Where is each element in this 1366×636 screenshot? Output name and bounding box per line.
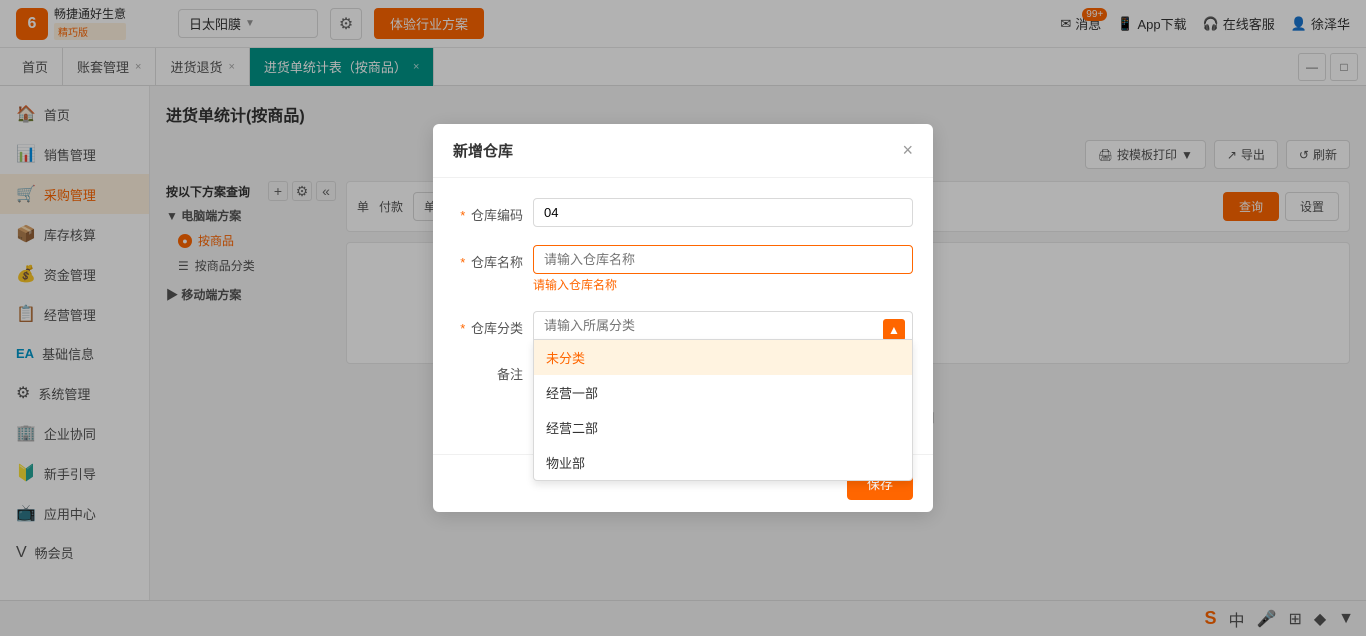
modal-close-button[interactable]: × [902,140,913,161]
modal-body: * 仓库编码 * 仓库名称 请输入仓库名称 * [433,178,933,454]
warehouse-code-row: * 仓库编码 [453,198,913,227]
category-input[interactable] [533,311,913,339]
warehouse-category-row: * 仓库分类 ▲ 未分类 经营一部 经营二部 物业部 [453,311,913,339]
warehouse-category-label: * 仓库分类 [453,311,533,337]
add-warehouse-modal: 新增仓库 × * 仓库编码 * 仓库名称 请输入仓库名称 [433,124,933,512]
category-wrapper: ▲ 未分类 经营一部 经营二部 物业部 [533,311,913,339]
category-arrow-button[interactable]: ▲ [883,319,905,341]
warehouse-name-input[interactable] [533,245,913,274]
category-dropdown: 未分类 经营一部 经营二部 物业部 [533,339,913,481]
modal-header: 新增仓库 × [433,124,933,178]
warehouse-name-label: * 仓库名称 [453,245,533,271]
dropdown-item-property[interactable]: 物业部 [534,445,912,480]
warehouse-name-error: 请输入仓库名称 [533,276,913,293]
warehouse-code-label: * 仓库编码 [453,198,533,224]
dropdown-item-unclassified[interactable]: 未分类 [534,340,912,375]
notes-label: 备注 [453,357,533,383]
dropdown-item-dept1[interactable]: 经营一部 [534,375,912,410]
modal-title: 新增仓库 [453,140,513,161]
warehouse-code-input[interactable] [533,198,913,227]
dropdown-item-dept2[interactable]: 经营二部 [534,410,912,445]
modal-backdrop[interactable]: 新增仓库 × * 仓库编码 * 仓库名称 请输入仓库名称 [0,0,1366,636]
warehouse-name-row: * 仓库名称 请输入仓库名称 [453,245,913,293]
